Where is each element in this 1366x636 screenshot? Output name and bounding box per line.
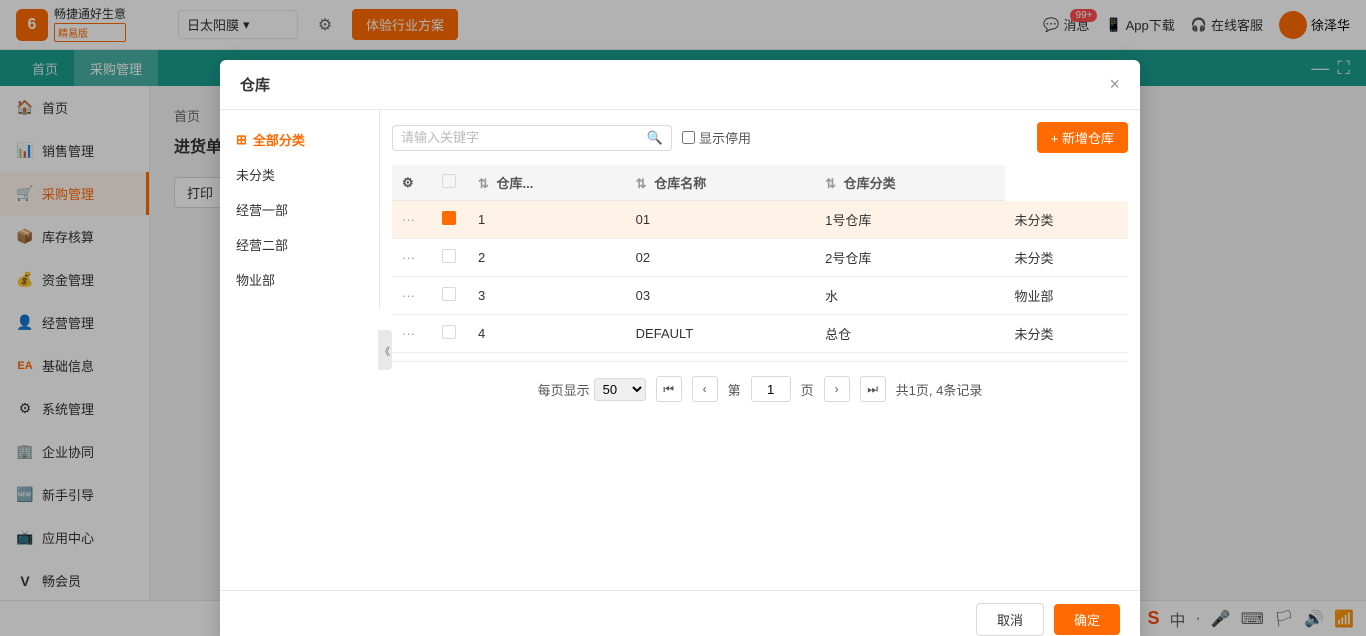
grid-icon: ⊞ — [236, 132, 247, 148]
modal-body: ⊞ 全部分类 未分类 经营一部 经营二部 物业部 《 🔍 显示停用 — [220, 110, 1140, 590]
modal-footer: 取消 确定 — [220, 590, 1140, 636]
dots-icon[interactable]: ··· — [402, 212, 415, 227]
dots-icon[interactable]: ··· — [402, 326, 415, 341]
row-number: 1 — [468, 201, 626, 239]
category-panel: ⊞ 全部分类 未分类 经营一部 经营二部 物业部 — [220, 110, 380, 309]
confirm-button[interactable]: 确定 — [1054, 604, 1120, 635]
category-all[interactable]: ⊞ 全部分类 — [220, 122, 379, 157]
pagination-area: 每页显示 10 20 50 100 ⏮ ‹ 第 页 › ⏭ 共1页, 4条记录 — [392, 361, 1128, 410]
table-row[interactable]: ··· 2 02 2号仓库 未分类 — [392, 239, 1128, 277]
search-bar: 🔍 显示停用 + 新增仓库 — [392, 122, 1128, 153]
row-dots: ··· — [392, 277, 432, 315]
table-body: ··· 1 01 1号仓库 未分类 ··· 2 02 2号仓库 未分类 ··· … — [392, 201, 1128, 353]
search-input-wrap: 🔍 — [392, 125, 672, 151]
table-header-row: ⚙ ⇅ 仓库... ⇅ 仓库名称 ⇅ 仓库分类 — [392, 165, 1128, 201]
category-all-label: 全部分类 — [253, 130, 305, 149]
per-page-label: 每页显示 — [538, 380, 590, 399]
row-category: 未分类 — [1005, 315, 1128, 353]
row-checkbox-input[interactable] — [442, 249, 456, 263]
row-checkbox — [432, 277, 468, 315]
category-item-3[interactable]: 物业部 — [220, 262, 379, 297]
category-item-2[interactable]: 经营二部 — [220, 227, 379, 262]
row-name: 2号仓库 — [815, 239, 1004, 277]
per-page-dropdown[interactable]: 10 20 50 100 — [594, 378, 646, 401]
row-dots: ··· — [392, 201, 432, 239]
page-size-select: 每页显示 10 20 50 100 — [538, 378, 646, 401]
row-checkbox — [432, 315, 468, 353]
th-settings: ⚙ — [392, 165, 432, 201]
row-checkbox — [432, 239, 468, 277]
search-icon: 🔍 — [647, 130, 663, 146]
collapse-button[interactable]: 《 — [378, 330, 392, 370]
table-row[interactable]: ··· 3 03 水 物业部 — [392, 277, 1128, 315]
sort-icon-category: ⇅ — [825, 176, 836, 191]
modal-close-button[interactable]: × — [1109, 74, 1120, 95]
page-label: 第 — [728, 380, 741, 399]
first-page-button[interactable]: ⏮ — [656, 376, 682, 402]
page-suffix: 页 — [801, 380, 814, 399]
row-code: 02 — [626, 239, 815, 277]
row-code: DEFAULT — [626, 315, 815, 353]
row-checkbox-input[interactable] — [442, 211, 456, 225]
cancel-button[interactable]: 取消 — [976, 603, 1044, 636]
sort-icon-name: ⇅ — [636, 176, 647, 191]
prev-page-button[interactable]: ‹ — [692, 376, 718, 402]
row-name: 水 — [815, 277, 1004, 315]
add-warehouse-button[interactable]: + 新增仓库 — [1037, 122, 1128, 153]
total-info: 共1页, 4条记录 — [896, 380, 983, 399]
next-page-button[interactable]: › — [824, 376, 850, 402]
th-checkbox — [432, 165, 468, 201]
row-name: 1号仓库 — [815, 201, 1004, 239]
modal-title: 仓库 — [240, 74, 270, 95]
warehouse-modal: 仓库 × ⊞ 全部分类 未分类 经营一部 经营二部 物业部 《 — [220, 60, 1140, 636]
row-number: 2 — [468, 239, 626, 277]
category-wrap: ⊞ 全部分类 未分类 经营一部 经营二部 物业部 《 — [220, 110, 380, 590]
row-code: 01 — [626, 201, 815, 239]
show-disabled-label: 显示停用 — [682, 128, 751, 147]
row-dots: ··· — [392, 315, 432, 353]
warehouse-table: ⚙ ⇅ 仓库... ⇅ 仓库名称 ⇅ 仓库分类 — [392, 165, 1128, 353]
dots-icon[interactable]: ··· — [402, 288, 415, 303]
table-row[interactable]: ··· 1 01 1号仓库 未分类 — [392, 201, 1128, 239]
page-number-input[interactable] — [751, 376, 791, 402]
gear-icon: ⚙ — [402, 175, 414, 190]
row-name: 总仓 — [815, 315, 1004, 353]
modal-header: 仓库 × — [220, 60, 1140, 110]
category-item-1[interactable]: 经营一部 — [220, 192, 379, 227]
th-category: ⇅ 仓库分类 — [815, 165, 1004, 201]
th-name: ⇅ 仓库名称 — [626, 165, 815, 201]
dots-icon[interactable]: ··· — [402, 250, 415, 265]
header-checkbox[interactable] — [442, 174, 456, 188]
row-category: 未分类 — [1005, 201, 1128, 239]
category-item-0[interactable]: 未分类 — [220, 157, 379, 192]
row-dots: ··· — [392, 239, 432, 277]
row-number: 3 — [468, 277, 626, 315]
row-category: 物业部 — [1005, 277, 1128, 315]
row-category: 未分类 — [1005, 239, 1128, 277]
row-code: 03 — [626, 277, 815, 315]
show-disabled-checkbox[interactable] — [682, 131, 695, 144]
table-row[interactable]: ··· 4 DEFAULT 总仓 未分类 — [392, 315, 1128, 353]
row-checkbox-input[interactable] — [442, 325, 456, 339]
last-page-button[interactable]: ⏭ — [860, 376, 886, 402]
sort-icon-code: ⇅ — [478, 176, 489, 191]
search-input[interactable] — [401, 130, 641, 145]
th-code: ⇅ 仓库... — [468, 165, 626, 201]
row-checkbox — [432, 201, 468, 239]
content-panel: 🔍 显示停用 + 新增仓库 ⚙ ⇅ 仓库... — [380, 110, 1140, 590]
row-checkbox-input[interactable] — [442, 287, 456, 301]
row-number: 4 — [468, 315, 626, 353]
